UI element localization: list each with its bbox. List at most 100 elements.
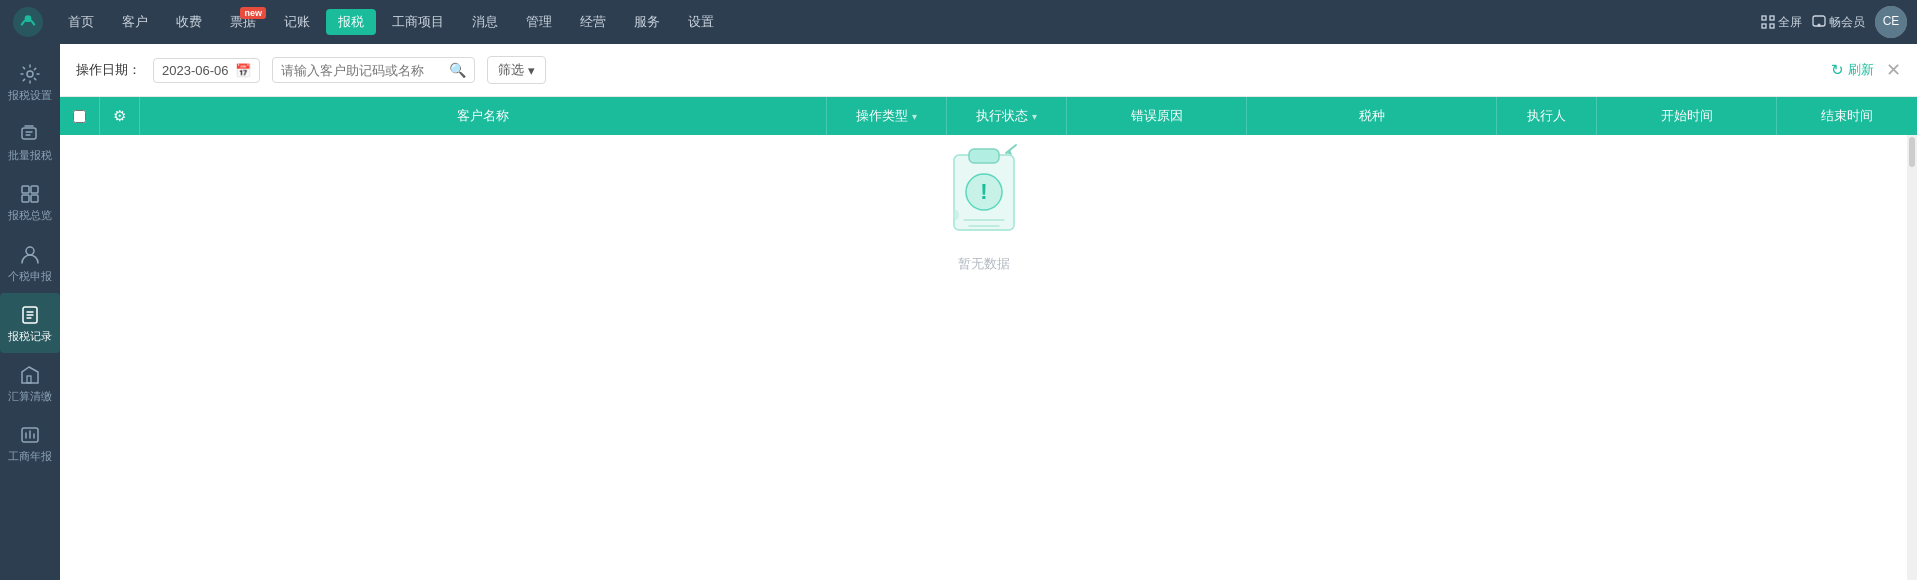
nav-item-票据[interactable]: 票据new	[218, 9, 268, 35]
business-report-icon	[18, 423, 42, 447]
personal-tax-icon	[18, 243, 42, 267]
th-startTime: 开始时间	[1597, 97, 1777, 135]
scrollbar[interactable]	[1907, 135, 1917, 580]
search-box[interactable]: 🔍	[272, 57, 475, 83]
svg-text:CE: CE	[1883, 14, 1900, 28]
sidebar-item-报税记录[interactable]: 报税记录	[0, 293, 60, 353]
svg-point-7	[1818, 24, 1821, 27]
nav-item-记账[interactable]: 记账	[272, 9, 322, 35]
date-value: 2023-06-06	[162, 63, 229, 78]
refresh-button[interactable]: ↻ 刷新	[1831, 61, 1874, 79]
svg-rect-18	[27, 376, 31, 383]
nav-right: 全屏 畅会员 CE	[1761, 6, 1907, 38]
calendar-icon: 📅	[235, 63, 251, 78]
sidebar-item-个税申报[interactable]: 个税申报	[0, 233, 60, 293]
column-settings-icon[interactable]: ⚙	[113, 107, 126, 125]
nav-item-工商项目[interactable]: 工商项目	[380, 9, 456, 35]
th-settings: ⚙	[100, 97, 140, 135]
nav-item-服务[interactable]: 服务	[622, 9, 672, 35]
select-all-checkbox[interactable]	[73, 110, 86, 123]
svg-text:!: !	[980, 179, 987, 204]
svg-rect-21	[969, 149, 999, 163]
svg-rect-15	[31, 195, 38, 202]
refresh-icon: ↻	[1831, 61, 1844, 79]
empty-illustration: !	[934, 135, 1034, 245]
sidebar-item-报税设置[interactable]: 报税设置	[0, 52, 60, 112]
sidebar-item-批量报税[interactable]: 批量报税	[0, 112, 60, 172]
nav-item-报税[interactable]: 报税	[326, 9, 376, 35]
th-opType[interactable]: 操作类型 ▾	[827, 97, 947, 135]
top-nav: 首页客户收费票据new记账报税工商项目消息管理经营服务设置 全屏 畅会员 CE	[0, 0, 1917, 44]
table-body-wrap: ! 暂无数据	[60, 135, 1917, 580]
app-logo	[10, 4, 46, 40]
fullscreen-button[interactable]: 全屏	[1761, 14, 1802, 31]
sidebar-label-汇算清缴: 汇算清缴	[8, 390, 52, 403]
sort-icon-opType: ▾	[912, 111, 917, 122]
overview-tax-icon	[18, 182, 42, 206]
th-checkbox	[60, 97, 100, 135]
avatar[interactable]: CE	[1875, 6, 1907, 38]
svg-rect-3	[1770, 16, 1774, 20]
sidebar-item-报税总览[interactable]: 报税总览	[0, 172, 60, 232]
member-label: 畅会员	[1829, 14, 1865, 31]
sidebar-label-个税申报: 个税申报	[8, 270, 52, 283]
nav-badge-票据: new	[240, 7, 266, 19]
th-execStatus[interactable]: 执行状态 ▾	[947, 97, 1067, 135]
nav-item-收费[interactable]: 收费	[164, 9, 214, 35]
table-container: ⚙客户名称操作类型 ▾执行状态 ▾错误原因税种执行人开始时间结束时间 !	[60, 97, 1917, 580]
sidebar-label-报税设置: 报税设置	[8, 89, 52, 102]
batch-tax-icon	[18, 122, 42, 146]
nav-items: 首页客户收费票据new记账报税工商项目消息管理经营服务设置	[56, 9, 1761, 35]
close-button[interactable]: ✕	[1886, 59, 1901, 81]
fullscreen-label: 全屏	[1778, 14, 1802, 31]
svg-rect-2	[1762, 16, 1766, 20]
sidebar-label-报税记录: 报税记录	[8, 330, 52, 343]
th-endTime: 结束时间	[1777, 97, 1917, 135]
nav-item-经营[interactable]: 经营	[568, 9, 618, 35]
svg-rect-13	[31, 186, 38, 193]
toolbar-right: ↻ 刷新 ✕	[1831, 59, 1901, 81]
svg-rect-14	[22, 195, 29, 202]
table-header: ⚙客户名称操作类型 ▾执行状态 ▾错误原因税种执行人开始时间结束时间	[60, 97, 1917, 135]
empty-text: 暂无数据	[958, 255, 1010, 273]
nav-item-消息[interactable]: 消息	[460, 9, 510, 35]
main-layout: 报税设置批量报税报税总览个税申报报税记录汇算清缴工商年报 操作日期： 2023-…	[0, 44, 1917, 580]
svg-rect-12	[22, 186, 29, 193]
svg-point-10	[27, 71, 33, 77]
svg-rect-11	[22, 128, 36, 139]
sort-icon-execStatus: ▾	[1032, 111, 1037, 122]
sidebar-label-批量报税: 批量报税	[8, 149, 52, 162]
th-taxType: 税种	[1247, 97, 1497, 135]
sidebar: 报税设置批量报税报税总览个税申报报税记录汇算清缴工商年报	[0, 44, 60, 580]
sidebar-item-工商年报[interactable]: 工商年报	[0, 413, 60, 473]
scroll-thumb[interactable]	[1909, 137, 1915, 167]
filter-button[interactable]: 筛选 ▾	[487, 56, 546, 84]
chevron-down-icon: ▾	[528, 63, 535, 78]
nav-item-客户[interactable]: 客户	[110, 9, 160, 35]
search-input[interactable]	[281, 63, 449, 78]
member-button[interactable]: 畅会员	[1812, 14, 1865, 31]
record-tax-icon	[18, 303, 42, 327]
refresh-label: 刷新	[1848, 61, 1874, 79]
svg-point-16	[26, 247, 34, 255]
date-label: 操作日期：	[76, 61, 141, 79]
annual-tax-icon	[18, 363, 42, 387]
nav-item-首页[interactable]: 首页	[56, 9, 106, 35]
empty-state: ! 暂无数据	[60, 135, 1907, 273]
sidebar-label-报税总览: 报税总览	[8, 209, 52, 222]
settings-tax-icon	[18, 62, 42, 86]
content-area: 操作日期： 2023-06-06 📅 🔍 筛选 ▾ ↻ 刷新 ✕	[60, 44, 1917, 580]
svg-rect-5	[1770, 24, 1774, 28]
table-body: ! 暂无数据	[60, 135, 1907, 580]
sidebar-item-汇算清缴[interactable]: 汇算清缴	[0, 353, 60, 413]
sidebar-label-工商年报: 工商年报	[8, 450, 52, 463]
toolbar: 操作日期： 2023-06-06 📅 🔍 筛选 ▾ ↻ 刷新 ✕	[60, 44, 1917, 97]
svg-rect-4	[1762, 24, 1766, 28]
svg-point-1	[25, 15, 32, 22]
th-executor: 执行人	[1497, 97, 1597, 135]
filter-label: 筛选	[498, 61, 524, 79]
nav-item-设置[interactable]: 设置	[676, 9, 726, 35]
nav-item-管理[interactable]: 管理	[514, 9, 564, 35]
date-input[interactable]: 2023-06-06 📅	[153, 58, 260, 83]
search-icon: 🔍	[449, 62, 466, 78]
